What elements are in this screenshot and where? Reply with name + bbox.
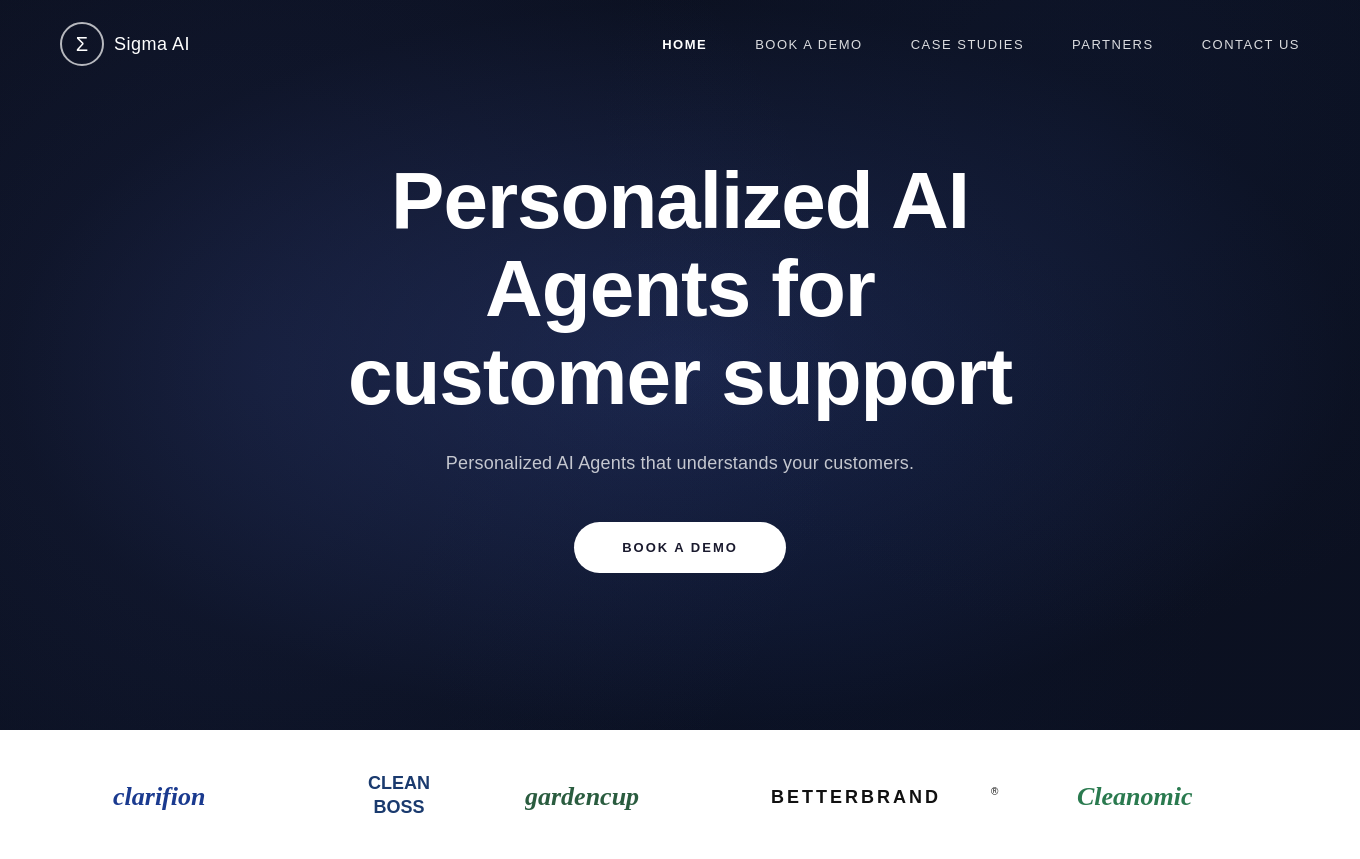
clarifion-logo-svg: clarifion [113, 775, 273, 815]
hero-title: Personalized AI Agents for customer supp… [270, 157, 1090, 421]
hero-cta-button[interactable]: BOOK A DEMO [574, 522, 786, 573]
cleanomic-logo-svg: Cleanomic [1077, 773, 1247, 817]
nav-item-contact-us[interactable]: CONTACT US [1202, 37, 1300, 52]
svg-text:CLEAN: CLEAN [368, 773, 430, 793]
cleanboss-logo-svg: CLEAN BOSS [339, 767, 459, 822]
partners-section: clarifion CLEAN BOSS gardencup BETTERBRA… [0, 730, 1360, 859]
svg-text:BETTERBRAND: BETTERBRAND [771, 787, 941, 807]
logo-text: Sigma AI [114, 34, 190, 55]
svg-text:Cleanomic: Cleanomic [1077, 782, 1193, 811]
svg-text:clarifion: clarifion [113, 782, 205, 811]
hero-subtitle: Personalized AI Agents that understands … [270, 453, 1090, 474]
hero-section: Personalized AI Agents for customer supp… [0, 0, 1360, 730]
logo-icon: Σ [60, 22, 104, 66]
svg-text:BOSS: BOSS [373, 797, 424, 817]
betterbrand-logo-svg: BETTERBRAND ® [771, 775, 1011, 815]
header: Σ Sigma AI HOME BOOK A DEMO CASE STUDIES… [0, 0, 1360, 88]
nav-item-book-demo[interactable]: BOOK A DEMO [755, 37, 863, 52]
nav-item-home[interactable]: HOME [662, 37, 707, 52]
gardencup-logo-svg: gardencup [525, 773, 705, 817]
nav-item-case-studies[interactable]: CASE STUDIES [911, 37, 1024, 52]
svg-text:gardencup: gardencup [525, 782, 639, 811]
partner-cleanboss: CLEAN BOSS [339, 767, 459, 822]
main-nav: HOME BOOK A DEMO CASE STUDIES PARTNERS C… [662, 37, 1300, 52]
partner-clarifion: clarifion [113, 775, 273, 815]
hero-content: Personalized AI Agents for customer supp… [230, 157, 1130, 573]
partner-betterbrand: BETTERBRAND ® [771, 775, 1011, 815]
logo[interactable]: Σ Sigma AI [60, 22, 190, 66]
partner-gardencup: gardencup [525, 773, 705, 817]
partner-cleanomic: Cleanomic [1077, 773, 1247, 817]
svg-text:®: ® [991, 786, 999, 797]
nav-item-partners[interactable]: PARTNERS [1072, 37, 1154, 52]
